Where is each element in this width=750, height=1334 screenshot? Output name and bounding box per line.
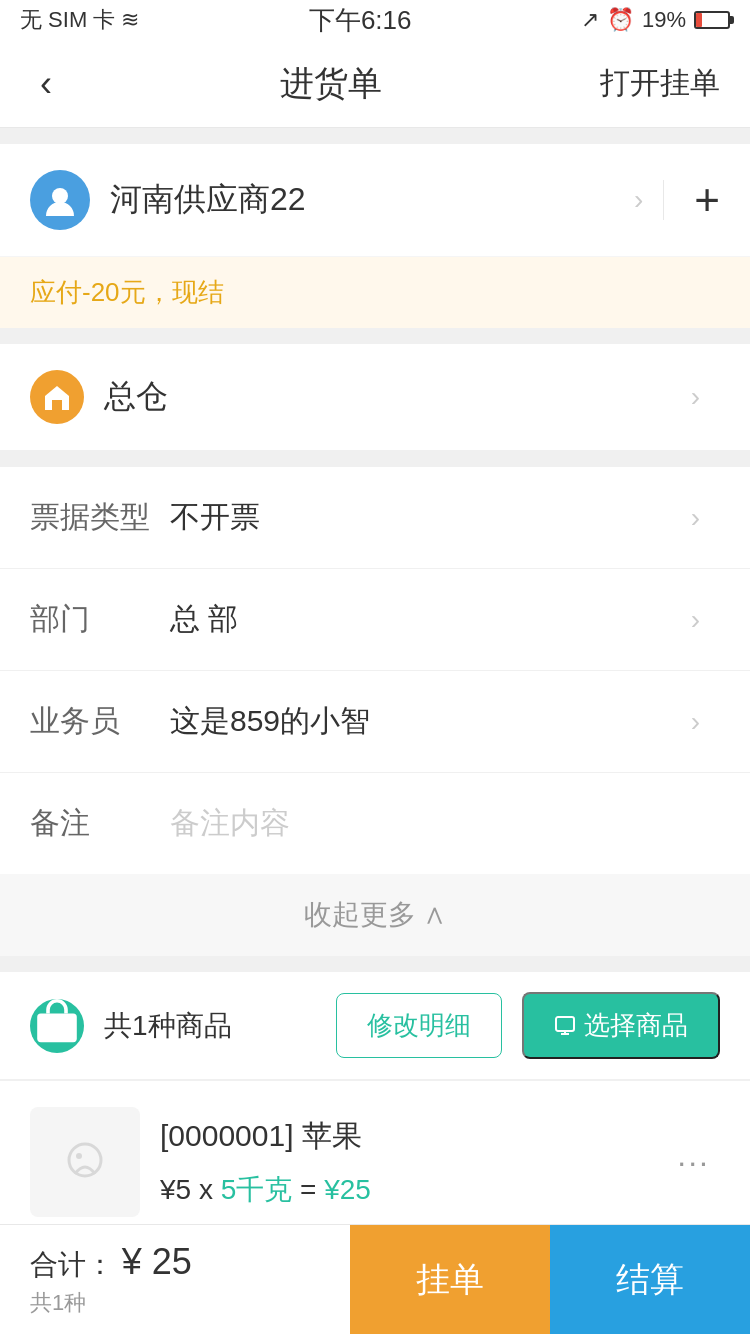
- invoice-type-label: 票据类型: [30, 497, 170, 538]
- salesperson-chevron-icon: ›: [691, 706, 700, 738]
- remark-label: 备注: [30, 803, 170, 844]
- page-title: 进货单: [280, 61, 382, 107]
- product-price: ¥5 x 5千克 = ¥25: [160, 1171, 647, 1209]
- salesperson-label: 业务员: [30, 701, 170, 742]
- salesperson-row[interactable]: 业务员 这是859的小智 ›: [0, 670, 750, 772]
- open-hang-button[interactable]: 打开挂单: [600, 63, 720, 104]
- battery-percent: 19%: [642, 7, 686, 33]
- department-label: 部门: [30, 599, 170, 640]
- product-item: [0000001] 苹果 ¥5 x 5千克 = ¥25 ···: [0, 1081, 750, 1243]
- total-count: 共1种: [30, 1288, 320, 1318]
- status-left: 无 SIM 卡 ≋: [20, 5, 139, 35]
- supplier-chevron-icon: ›: [634, 184, 643, 216]
- select-product-button[interactable]: 选择商品: [522, 992, 720, 1059]
- svg-point-4: [69, 1144, 101, 1176]
- person-icon: [42, 182, 78, 218]
- products-icon: [30, 999, 84, 1053]
- form-section: 票据类型 不开票 › 部门 总 部 › 业务员 这是859的小智 › 备注 备注…: [0, 466, 750, 874]
- checkout-button[interactable]: 结算: [550, 1225, 750, 1335]
- remark-input[interactable]: 备注内容: [170, 803, 720, 844]
- remark-row[interactable]: 备注 备注内容: [0, 772, 750, 874]
- supplier-avatar: [30, 170, 90, 230]
- warehouse-icon: [30, 370, 84, 424]
- total-price: ¥25: [324, 1174, 371, 1205]
- product-thumbnail: [30, 1107, 140, 1217]
- unit-price: ¥5: [160, 1174, 191, 1205]
- product-more-button[interactable]: ···: [667, 1134, 720, 1191]
- salesperson-value: 这是859的小智: [170, 701, 691, 742]
- svg-rect-2: [37, 1013, 77, 1042]
- nav-bar: ‹ 进货单 打开挂单: [0, 40, 750, 128]
- divider-2: [0, 450, 750, 466]
- product-code: [0000001]: [160, 1119, 293, 1152]
- supplier-section: 河南供应商22 › + 应付-20元，现结: [0, 144, 750, 328]
- product-name: [0000001] 苹果: [160, 1116, 647, 1157]
- invoice-type-value: 不开票: [170, 497, 691, 538]
- back-button[interactable]: ‹: [30, 53, 62, 115]
- status-right: ↗ ⏰ 19%: [581, 7, 730, 33]
- quantity: 5千克: [221, 1174, 293, 1205]
- warehouse-name: 总仓: [104, 375, 691, 419]
- cart-icon: [30, 999, 84, 1053]
- bottom-bar: 合计： ¥ 25 共1种 挂单 结算: [0, 1224, 750, 1334]
- warehouse-chevron-icon: ›: [691, 381, 700, 413]
- warehouse-section: 总仓 ›: [0, 344, 750, 450]
- svg-rect-3: [556, 1017, 574, 1031]
- svg-rect-1: [52, 400, 62, 410]
- battery-icon: [694, 11, 730, 29]
- svg-point-5: [76, 1153, 82, 1159]
- svg-point-0: [52, 188, 68, 204]
- bottom-total: 合计： ¥ 25 共1种: [0, 1241, 350, 1318]
- department-chevron-icon: ›: [691, 604, 700, 636]
- department-value: 总 部: [170, 599, 691, 640]
- products-header: 共1种商品 修改明细 选择商品: [0, 972, 750, 1079]
- product-info: [0000001] 苹果 ¥5 x 5千克 = ¥25: [160, 1116, 647, 1209]
- invoice-type-row[interactable]: 票据类型 不开票 ›: [0, 466, 750, 568]
- hang-order-button[interactable]: 挂单: [350, 1225, 550, 1335]
- department-row[interactable]: 部门 总 部 ›: [0, 568, 750, 670]
- modify-detail-button[interactable]: 修改明细: [336, 993, 502, 1058]
- add-supplier-button[interactable]: +: [684, 178, 720, 222]
- sim-signal: 无 SIM 卡 ≋: [20, 5, 139, 35]
- total-label: 合计：: [30, 1249, 114, 1280]
- status-bar: 无 SIM 卡 ≋ 下午6:16 ↗ ⏰ 19%: [0, 0, 750, 40]
- vertical-divider: [663, 180, 664, 220]
- payment-notice: 应付-20元，现结: [0, 257, 750, 328]
- multiply-sign: x: [199, 1174, 221, 1205]
- product-title: 苹果: [302, 1119, 362, 1152]
- warehouse-row[interactable]: 总仓 ›: [0, 344, 750, 450]
- select-product-icon: [554, 1015, 576, 1037]
- top-divider: [0, 128, 750, 144]
- supplier-row[interactable]: 河南供应商22 › +: [0, 144, 750, 257]
- location-icon: ↗: [581, 7, 599, 33]
- invoice-chevron-icon: ›: [691, 502, 700, 534]
- product-image-placeholder: [55, 1132, 115, 1192]
- select-product-label: 选择商品: [584, 1008, 688, 1043]
- equals-sign: =: [300, 1174, 324, 1205]
- status-time: 下午6:16: [309, 3, 412, 38]
- house-icon: [42, 382, 72, 412]
- supplier-name: 河南供应商22: [110, 178, 634, 222]
- collapse-button[interactable]: 收起更多 ∧: [0, 874, 750, 956]
- products-count: 共1种商品: [104, 1007, 316, 1045]
- divider-1: [0, 328, 750, 344]
- alarm-icon: ⏰: [607, 7, 634, 33]
- total-amount: ¥ 25: [122, 1241, 192, 1282]
- total-row: 合计： ¥ 25: [30, 1241, 320, 1284]
